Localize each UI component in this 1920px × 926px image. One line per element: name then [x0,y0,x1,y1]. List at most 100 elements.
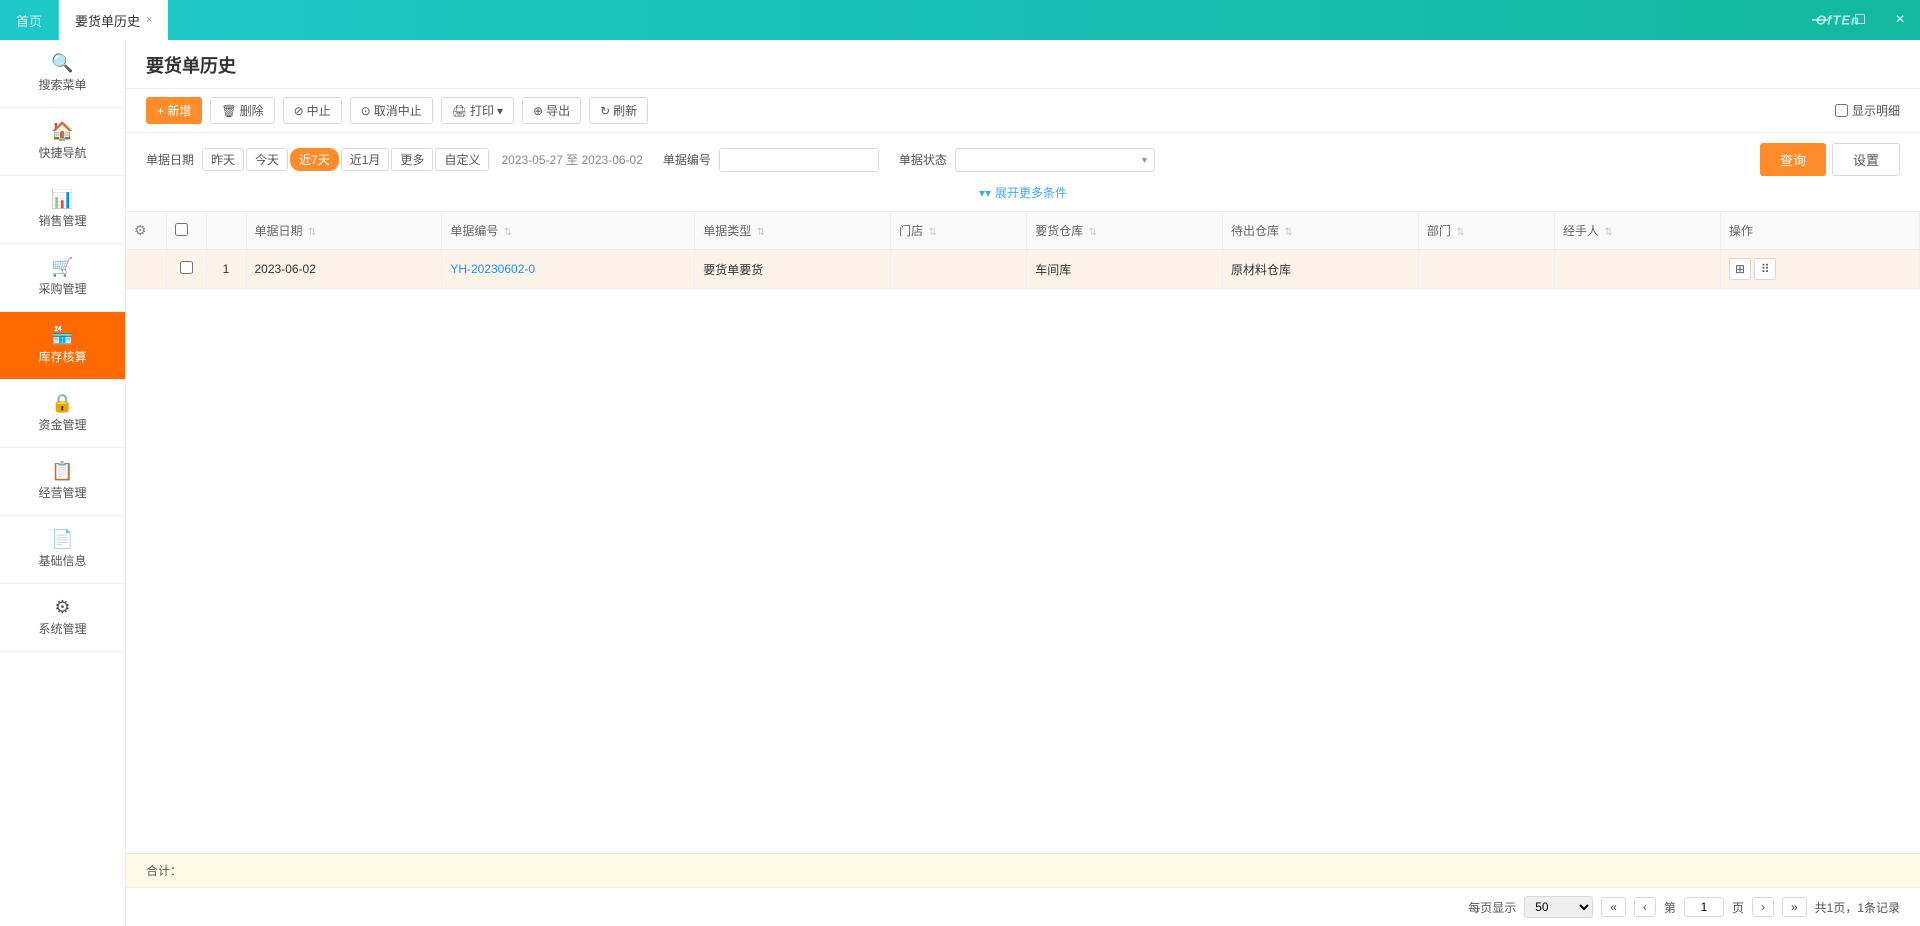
filter-group-status: 单据状态 [899,148,1155,172]
table-footer: 合计： [126,853,1920,887]
col-req-warehouse-sort[interactable]: ⇅ [1089,227,1097,238]
last-page-button[interactable]: » [1782,897,1807,917]
row-view-button[interactable]: ⊞ [1729,258,1751,280]
sidebar-item-inventory[interactable]: 🏪 库存核算 [0,312,125,380]
row-checkbox[interactable] [180,261,193,274]
delete-button[interactable]: 🗑 删除 [210,97,274,124]
setting-button[interactable]: 设置 [1832,143,1900,176]
page-header: 要货单历史 [126,40,1920,89]
col-pending-warehouse-sort[interactable]: ⇅ [1284,227,1292,238]
page-num-input[interactable] [1684,897,1724,917]
col-date-sort[interactable]: ⇅ [308,227,316,238]
sidebar-item-basic-info[interactable]: 📄 基础信息 [0,516,125,584]
expand-more-label: 展开更多条件 [995,184,1067,201]
col-order-no-sort[interactable]: ⇅ [504,227,512,238]
window-controls: — □ × [1800,0,1920,40]
row-edit-button[interactable]: ⠿ [1754,258,1776,280]
display-detail-toggle[interactable]: 显示明细 [1835,102,1900,119]
finance-icon: 🔒 [51,394,73,412]
filter-action-group: 查询 设置 [1760,143,1900,176]
tab-home-label: 首页 [16,11,42,30]
date-btn-today[interactable]: 今天 [246,148,288,171]
first-page-button[interactable]: « [1601,897,1626,917]
col-date-label: 单据日期 [255,224,303,238]
date-btn-custom[interactable]: 自定义 [435,148,489,171]
sidebar-item-operations[interactable]: 📋 经营管理 [0,448,125,516]
date-btn-last-month[interactable]: 近1月 [341,148,390,171]
toolbar-right: 显示明细 [1835,102,1900,119]
total-info: 共1页，1条记录 [1815,899,1900,916]
col-order-no: 单据编号 ⇅ [442,212,695,250]
delete-icon: 🗑 [221,104,236,118]
table-header-row: ⚙ 单据日期 ⇅ 单据编号 ⇅ [126,212,1920,250]
col-dept-label: 部门 [1427,224,1451,238]
column-settings-button[interactable]: ⚙ [134,222,147,239]
col-action: 操作 [1720,212,1919,250]
next-page-button[interactable]: › [1752,897,1774,917]
sidebar-item-sales[interactable]: 📊 销售管理 [0,176,125,244]
tab-order-history[interactable]: 要货单历史 × [59,0,168,40]
toolbar: + 新增 🗑 删除 ⊘ 中止 ⊙ 取消中止 🖨 打印 ▾ ⊕ 导出 [126,89,1920,133]
sidebar-item-label-quick-nav: 快捷导航 [38,144,86,161]
row-dept-cell [1418,250,1554,289]
minimize-button[interactable]: — [1800,0,1840,40]
query-button[interactable]: 查询 [1760,143,1826,176]
cancel-stop-icon: ⊙ [361,104,371,118]
operations-icon: 📋 [51,462,73,480]
col-store-sort[interactable]: ⇅ [928,227,936,238]
col-order-type: 单据类型 ⇅ [695,212,891,250]
main-layout: 🔍 搜索菜单 🏠 快捷导航 📊 销售管理 🛒 采购管理 🏪 库存核算 🔒 资金管… [0,40,1920,926]
date-btn-last7days[interactable]: 近7天 [290,148,339,171]
col-order-type-sort[interactable]: ⇅ [757,227,765,238]
sidebar: 🔍 搜索菜单 🏠 快捷导航 📊 销售管理 🛒 采购管理 🏪 库存核算 🔒 资金管… [0,40,126,926]
top-bar: 首页 要货单历史 × OfTEn — □ × [0,0,1920,40]
display-detail-checkbox[interactable] [1835,104,1848,117]
cancel-stop-button[interactable]: ⊙ 取消中止 [350,97,433,124]
row-order-type-cell: 要货单要货 [695,250,891,289]
sidebar-item-purchase[interactable]: 🛒 采购管理 [0,244,125,312]
close-window-button[interactable]: × [1880,0,1920,40]
row-check-cell [166,250,206,289]
row-order-no-link[interactable]: YH-20230602-0 [450,262,535,276]
sidebar-item-label-system: 系统管理 [38,620,86,637]
date-filter-buttons: 昨天 今天 近7天 近1月 更多 自定义 [202,148,489,171]
table-header: ⚙ 单据日期 ⇅ 单据编号 ⇅ [126,212,1920,250]
date-btn-yesterday[interactable]: 昨天 [202,148,244,171]
order-no-label: 单据编号 [663,151,711,168]
tab-home[interactable]: 首页 [0,0,59,40]
expand-row: ▾▾ 展开更多条件 [146,184,1900,201]
row-store-cell [891,250,1027,289]
tab-close-icon[interactable]: × [146,14,152,26]
status-select-wrapper [955,148,1155,172]
select-all-checkbox[interactable] [175,223,188,236]
status-select[interactable] [955,148,1155,172]
col-dept-sort[interactable]: ⇅ [1456,227,1464,238]
order-no-input[interactable] [719,148,879,172]
refresh-button[interactable]: ↻ 刷新 [589,97,648,124]
col-handler-sort[interactable]: ⇅ [1604,227,1612,238]
basic-info-icon: 📄 [51,530,73,548]
prev-page-button[interactable]: ‹ [1634,897,1656,917]
sidebar-item-finance[interactable]: 🔒 资金管理 [0,380,125,448]
page-size-select[interactable]: 10 20 50 100 [1524,896,1593,918]
add-button[interactable]: + 新增 [146,97,202,124]
sidebar-item-quick-nav[interactable]: 🏠 快捷导航 [0,108,125,176]
print-button[interactable]: 🖨 打印 ▾ [441,97,514,124]
col-settings: ⚙ [126,212,166,250]
sidebar-item-search-menu[interactable]: 🔍 搜索菜单 [0,40,125,108]
col-handler-label: 经手人 [1563,224,1599,238]
col-handler: 经手人 ⇅ [1555,212,1721,250]
maximize-button[interactable]: □ [1840,0,1880,40]
col-order-type-label: 单据类型 [703,224,751,238]
sales-icon: 📊 [51,190,73,208]
export-button[interactable]: ⊕ 导出 [522,97,581,124]
table-row: 1 2023-06-02 YH-20230602-0 要货单要货 车间库 原材料… [126,250,1920,289]
date-btn-more[interactable]: 更多 [391,148,433,171]
col-order-no-label: 单据编号 [450,224,498,238]
sidebar-item-label-operations: 经营管理 [38,484,86,501]
row-action-cell: ⊞ ⠿ [1720,250,1919,289]
stop-button[interactable]: ⊘ 中止 [283,97,342,124]
export-icon: ⊕ [533,104,543,118]
sidebar-item-system[interactable]: ⚙ 系统管理 [0,584,125,652]
expand-more-button[interactable]: ▾▾ 展开更多条件 [979,184,1067,201]
